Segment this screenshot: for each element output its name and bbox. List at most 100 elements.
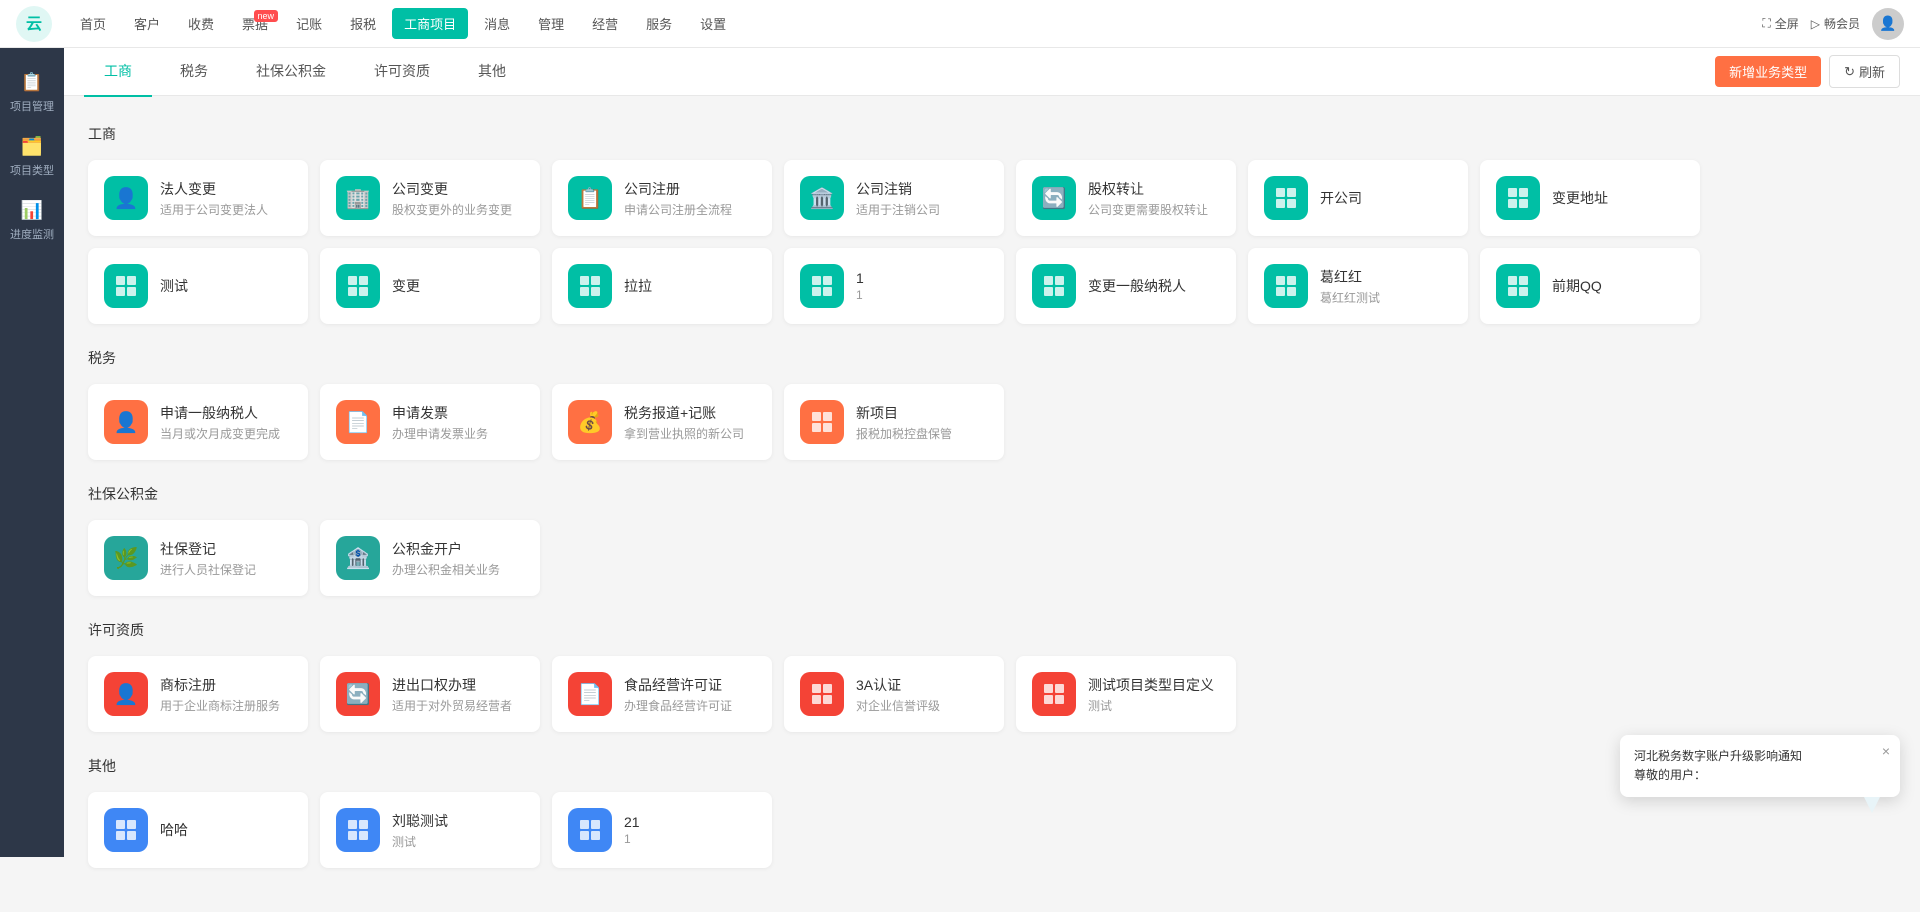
- add-business-type-button[interactable]: 新增业务类型: [1715, 56, 1821, 87]
- card-icon: [1032, 264, 1076, 308]
- sub-nav-tab-许可资质[interactable]: 许可资质: [354, 47, 450, 97]
- card-icon: [336, 264, 380, 308]
- nav-item-管理[interactable]: 管理: [526, 8, 576, 39]
- service-card[interactable]: 🏢 公司变更 股权变更外的业务变更: [320, 160, 540, 236]
- nav-item-设置[interactable]: 设置: [688, 8, 738, 39]
- service-card[interactable]: 📄 申请发票 办理申请发票业务: [320, 384, 540, 460]
- notification-close-button[interactable]: ×: [1882, 743, 1890, 759]
- sidebar-item-项目类型[interactable]: 🗂️ 项目类型: [0, 124, 64, 188]
- service-card[interactable]: 🔄 股权转让 公司变更需要股权转让: [1016, 160, 1236, 236]
- service-card[interactable]: 测试项目类型目定义 测试: [1016, 656, 1236, 732]
- card-text: 测试: [160, 276, 292, 296]
- nav-item-消息[interactable]: 消息: [472, 8, 522, 39]
- card-text: 股权转让 公司变更需要股权转让: [1088, 179, 1220, 218]
- card-icon: 📋: [568, 176, 612, 220]
- sub-nav-tab-社保公积金[interactable]: 社保公积金: [236, 47, 346, 97]
- card-description: 适用于注销公司: [856, 201, 988, 218]
- top-navigation: 云 首页客户收费票据new记账报税工商项目消息管理经营服务设置 ⛶ 全屏 ▷ 畅…: [0, 0, 1920, 48]
- nav-item-工商项目[interactable]: 工商项目: [392, 8, 468, 39]
- service-card[interactable]: 🏦 公积金开户 办理公积金相关业务: [320, 520, 540, 596]
- nav-items: 首页客户收费票据new记账报税工商项目消息管理经营服务设置: [68, 8, 1762, 39]
- service-card[interactable]: 🔄 进出口权办理 适用于对外贸易经营者: [320, 656, 540, 732]
- card-title: 葛红红: [1320, 267, 1452, 287]
- service-card[interactable]: 1 1: [784, 248, 1004, 324]
- card-icon: 🏛️: [800, 176, 844, 220]
- avatar[interactable]: 👤: [1872, 8, 1904, 40]
- nav-item-首页[interactable]: 首页: [68, 8, 118, 39]
- service-card[interactable]: 前期QQ: [1480, 248, 1700, 324]
- card-text: 新项目 报税加税控盘保管: [856, 403, 988, 442]
- card-text: 变更: [392, 276, 524, 296]
- service-card[interactable]: 📄 食品经营许可证 办理食品经营许可证: [552, 656, 772, 732]
- sub-nav-tab-其他[interactable]: 其他: [458, 47, 526, 97]
- card-title: 公司注册: [624, 179, 756, 199]
- sidebar-icon: 📋: [20, 70, 44, 94]
- nav-item-服务[interactable]: 服务: [634, 8, 684, 39]
- card-description: 公司变更需要股权转让: [1088, 201, 1220, 218]
- card-title: 进出口权办理: [392, 675, 524, 695]
- service-card[interactable]: 测试: [88, 248, 308, 324]
- fullscreen-button[interactable]: ⛶ 全屏: [1762, 15, 1798, 32]
- nav-item-记账[interactable]: 记账: [284, 8, 334, 39]
- nav-item-经营[interactable]: 经营: [580, 8, 630, 39]
- member-label: 畅会员: [1824, 15, 1860, 32]
- card-description: 用于企业商标注册服务: [160, 697, 292, 714]
- member-button[interactable]: ▷ 畅会员: [1811, 15, 1860, 32]
- service-card[interactable]: 变更一般纳税人: [1016, 248, 1236, 324]
- nav-item-报税[interactable]: 报税: [338, 8, 388, 39]
- section-title: 许可资质: [88, 620, 1896, 640]
- card-title: 变更一般纳税人: [1088, 276, 1220, 296]
- card-text: 1 1: [856, 270, 988, 302]
- sidebar-item-进度监测[interactable]: 📊 进度监测: [0, 188, 64, 252]
- card-icon: [1264, 176, 1308, 220]
- fullscreen-label: 全屏: [1775, 15, 1799, 32]
- service-card[interactable]: 👤 法人变更 适用于公司变更法人: [88, 160, 308, 236]
- service-card[interactable]: 🌿 社保登记 进行人员社保登记: [88, 520, 308, 596]
- refresh-button[interactable]: ↻ 刷新: [1829, 55, 1900, 88]
- app-logo[interactable]: 云: [16, 6, 52, 42]
- card-icon: 🏢: [336, 176, 380, 220]
- service-card[interactable]: 新项目 报税加税控盘保管: [784, 384, 1004, 460]
- card-text: 法人变更 适用于公司变更法人: [160, 179, 292, 218]
- card-text: 税务报道+记账 拿到营业执照的新公司: [624, 403, 756, 442]
- card-text: 哈哈: [160, 820, 292, 840]
- refresh-label: 刷新: [1859, 62, 1885, 81]
- sub-nav-tabs: 工商税务社保公积金许可资质其他: [84, 47, 534, 97]
- card-title: 21: [624, 814, 756, 830]
- card-icon: [336, 808, 380, 852]
- card-title: 税务报道+记账: [624, 403, 756, 423]
- nav-item-收费[interactable]: 收费: [176, 8, 226, 39]
- card-icon: [800, 672, 844, 716]
- service-card[interactable]: 👤 申请一般纳税人 当月或次月成变更完成: [88, 384, 308, 460]
- service-card[interactable]: 🏛️ 公司注销 适用于注销公司: [784, 160, 1004, 236]
- card-title: 变更: [392, 276, 524, 296]
- nav-item-客户[interactable]: 客户: [122, 8, 172, 39]
- service-card[interactable]: 拉拉: [552, 248, 772, 324]
- service-card[interactable]: 📋 公司注册 申请公司注册全流程: [552, 160, 772, 236]
- card-description: 适用于对外贸易经营者: [392, 697, 524, 714]
- service-card[interactable]: 💰 税务报道+记账 拿到营业执照的新公司: [552, 384, 772, 460]
- sidebar-item-项目管理[interactable]: 📋 项目管理: [0, 60, 64, 124]
- svg-text:云: 云: [26, 16, 42, 33]
- card-text: 测试项目类型目定义 测试: [1088, 675, 1220, 714]
- nav-item-票据[interactable]: 票据new: [230, 8, 280, 39]
- fullscreen-icon: ⛶: [1762, 16, 1770, 31]
- card-description: 葛红红测试: [1320, 289, 1452, 306]
- notification-text: 河北税务数字账户升级影响通知 尊敬的用户：: [1634, 747, 1886, 785]
- sub-nav-tab-工商[interactable]: 工商: [84, 47, 152, 97]
- card-icon: [800, 400, 844, 444]
- service-card[interactable]: 开公司: [1248, 160, 1468, 236]
- service-card[interactable]: 3A认证 对企业信誉评级: [784, 656, 1004, 732]
- card-text: 21 1: [624, 814, 756, 846]
- sidebar: 📋 项目管理 🗂️ 项目类型 📊 进度监测: [0, 48, 64, 857]
- section-税务: 税务 👤 申请一般纳税人 当月或次月成变更完成 📄 申请发票 办理申请发票业务 …: [88, 348, 1896, 460]
- service-card[interactable]: 变更地址: [1480, 160, 1700, 236]
- section-工商: 工商 👤 法人变更 适用于公司变更法人 🏢 公司变更 股权变更外的业务变更 📋 …: [88, 124, 1896, 324]
- card-title: 申请一般纳税人: [160, 403, 292, 423]
- sub-nav-tab-税务[interactable]: 税务: [160, 47, 228, 97]
- card-title: 公积金开户: [392, 539, 524, 559]
- service-card[interactable]: 👤 商标注册 用于企业商标注册服务: [88, 656, 308, 732]
- card-text: 进出口权办理 适用于对外贸易经营者: [392, 675, 524, 714]
- service-card[interactable]: 葛红红 葛红红测试: [1248, 248, 1468, 324]
- service-card[interactable]: 变更: [320, 248, 540, 324]
